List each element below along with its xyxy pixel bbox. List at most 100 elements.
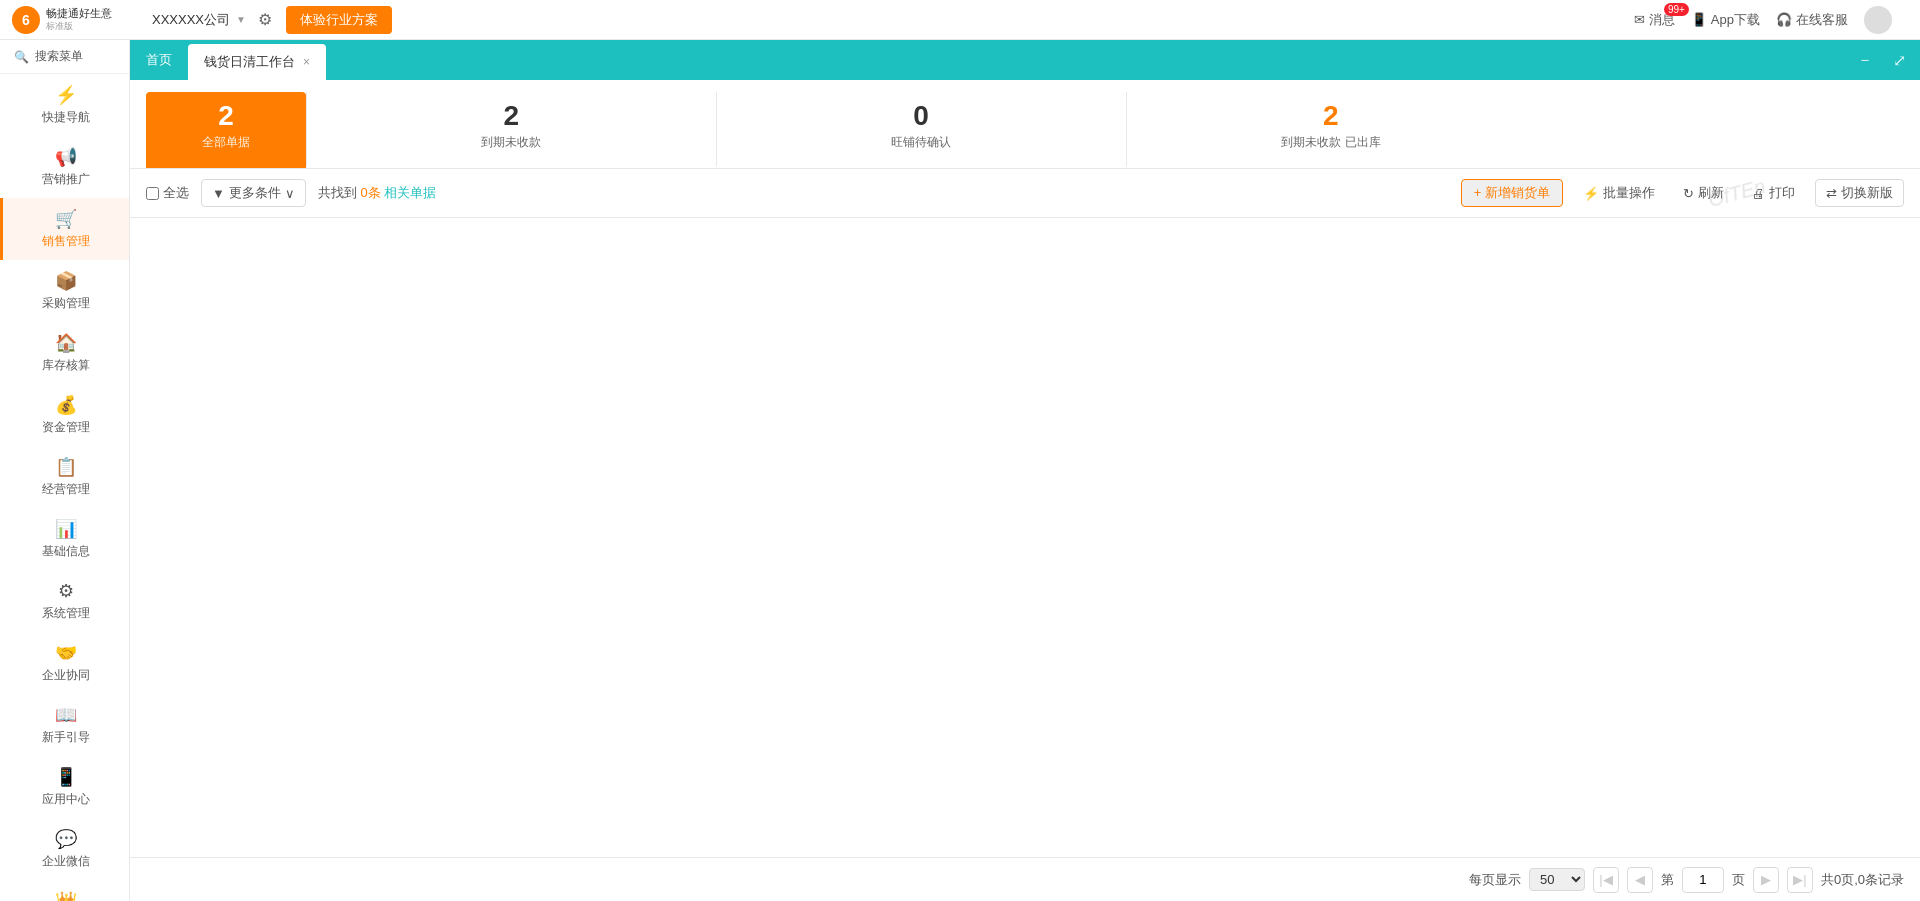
select-all-checkbox[interactable]: 全选 [146,184,189,202]
avatar[interactable] [1864,6,1892,34]
logo-area: 6 畅捷通好生意 标准版 [12,6,142,34]
search-icon: 🔍 [14,50,29,64]
result-prefix: 共找到 [318,185,357,200]
member-icon: 👑 [55,890,77,901]
quick-nav-icon: ⚡ [55,84,77,106]
table-area [130,218,1920,857]
settings-icon[interactable]: ⚙ [258,10,272,29]
add-btn[interactable]: + 新增销货单 [1461,179,1563,207]
online-service-label: 在线客服 [1796,11,1848,29]
total-label: 共0页,0条记录 [1821,871,1904,889]
stat-overdue-shipped-number: 2 [1147,102,1516,130]
tab-active-label: 钱货日清工作台 [204,53,295,71]
stat-pending[interactable]: 0 旺铺待确认 [716,92,1126,168]
sidebar-item-label: 资金管理 [42,419,90,436]
inventory-icon: 🏠 [55,332,77,354]
purchase-icon: 📦 [55,270,77,292]
sidebar-item-label: 企业协同 [42,667,90,684]
sidebar-item-guide[interactable]: 📖 新手引导 [0,694,129,756]
per-page-label: 每页显示 [1469,871,1521,889]
company-selector[interactable]: XXXXXX公司 ▼ [152,11,246,29]
last-page-btn[interactable]: ▶| [1787,867,1813,893]
sidebar-item-app-center[interactable]: 📱 应用中心 [0,756,129,818]
search-menu-label: 搜索菜单 [35,48,83,65]
marketing-icon: 📢 [55,146,77,168]
sidebar-item-enterprise[interactable]: 🤝 企业协同 [0,632,129,694]
wechat-icon: 💬 [55,828,77,850]
batch-icon: ⚡ [1583,186,1599,201]
sidebar-item-label: 快捷导航 [42,109,90,126]
operations-icon: 📋 [55,456,77,478]
per-page-select[interactable]: 50 100 200 [1529,868,1585,891]
next-page-btn[interactable]: ▶ [1753,867,1779,893]
app-download-label: App下载 [1711,11,1760,29]
headset-icon: 🎧 [1776,12,1792,27]
logo-sub: 标准版 [46,20,112,33]
stat-overdue-shipped[interactable]: 2 到期未收款 已出库 [1126,92,1536,168]
dropdown-arrow-icon: ▼ [236,14,246,25]
enterprise-icon: 🤝 [55,642,77,664]
page-content: 2 全部单据 2 到期未收款 0 旺铺待确认 2 到期未收款 已出库 [130,80,1920,901]
experience-btn[interactable]: 体验行业方案 [286,6,392,34]
switch-icon: ⇄ [1826,186,1837,201]
select-all-label: 全选 [163,184,189,202]
stat-overdue-shipped-label: 到期未收款 已出库 [1147,134,1516,151]
result-text: 共找到 0条 相关单据 [318,184,436,202]
tab-bar-right: － ⤢ [1851,48,1920,73]
refresh-btn[interactable]: ↻ 刷新 [1675,180,1732,206]
online-service-item[interactable]: 🎧 在线客服 [1776,11,1848,29]
sidebar-item-label: 基础信息 [42,543,90,560]
app-download-item[interactable]: 📱 App下载 [1691,11,1760,29]
stat-overdue-number: 2 [327,102,696,130]
sales-icon: 🛒 [55,208,77,230]
filter-btn[interactable]: ▼ 更多条件 ∨ [201,179,306,207]
page-input[interactable] [1682,867,1724,893]
prev-page-btn[interactable]: ◀ [1627,867,1653,893]
batch-btn[interactable]: ⚡ 批量操作 [1575,180,1663,206]
message-icon: ✉ [1634,12,1645,27]
first-page-btn[interactable]: |◀ [1593,867,1619,893]
sidebar-item-wechat[interactable]: 💬 企业微信 [0,818,129,880]
sidebar-item-sales[interactable]: 🛒 销售管理 [0,198,129,260]
sidebar-item-member[interactable]: 👑 畅会员 [0,880,129,901]
sidebar-item-label: 营销推广 [42,171,90,188]
switch-btn[interactable]: ⇄ 切换新版 [1815,179,1904,207]
filter-label: 更多条件 [229,184,281,202]
switch-label: 切换新版 [1841,184,1893,202]
sidebar-item-quick-nav[interactable]: ⚡ 快捷导航 [0,74,129,136]
message-item[interactable]: ✉ 消息 99+ [1634,11,1675,29]
pagination-bar: 每页显示 50 100 200 |◀ ◀ 第 页 ▶ ▶| 共0页,0条记录 [130,857,1920,901]
select-all-input[interactable] [146,187,159,200]
sidebar-item-label: 新手引导 [42,729,90,746]
tab-minimize-icon[interactable]: － [1851,48,1879,73]
print-btn[interactable]: 🖨 打印 [1744,180,1803,206]
search-menu-item[interactable]: 🔍 搜索菜单 [0,40,129,74]
page-suffix: 页 [1732,871,1745,889]
refresh-icon: ↻ [1683,186,1694,201]
main-layout: 🔍 搜索菜单 ⚡ 快捷导航 📢 营销推广 🛒 销售管理 📦 采购管理 🏠 库存核… [0,40,1920,901]
filter-arrow-icon: ∨ [285,186,295,201]
tab-active[interactable]: 钱货日清工作台 × [188,44,326,80]
top-header: 6 畅捷通好生意 标准版 XXXXXX公司 ▼ ⚙ 体验行业方案 ✉ 消息 99… [0,0,1920,40]
company-name: XXXXXX公司 [152,11,230,29]
result-count: 0条 [361,185,381,200]
sidebar-item-basic-info[interactable]: 📊 基础信息 [0,508,129,570]
related-label[interactable]: 相关单据 [384,185,436,200]
sidebar-item-purchase[interactable]: 📦 采购管理 [0,260,129,322]
tab-close-icon[interactable]: × [303,55,310,69]
finance-icon: 💰 [55,394,77,416]
tab-home[interactable]: 首页 [130,40,188,80]
stat-overdue[interactable]: 2 到期未收款 [306,92,716,168]
sidebar-item-operations[interactable]: 📋 经营管理 [0,446,129,508]
header-right: ✉ 消息 99+ 📱 App下载 🎧 在线客服 [1634,6,1908,34]
sidebar-item-label: 销售管理 [42,233,90,250]
sidebar-item-system[interactable]: ⚙ 系统管理 [0,570,129,632]
sidebar-item-finance[interactable]: 💰 资金管理 [0,384,129,446]
basic-info-icon: 📊 [55,518,77,540]
tab-maximize-icon[interactable]: ⤢ [1887,49,1912,72]
stat-all[interactable]: 2 全部单据 [146,92,306,168]
refresh-label: 刷新 [1698,184,1724,202]
sidebar-item-marketing[interactable]: 📢 营销推广 [0,136,129,198]
sidebar-item-inventory[interactable]: 🏠 库存核算 [0,322,129,384]
logo-text: 畅捷通好生意 [46,6,112,20]
